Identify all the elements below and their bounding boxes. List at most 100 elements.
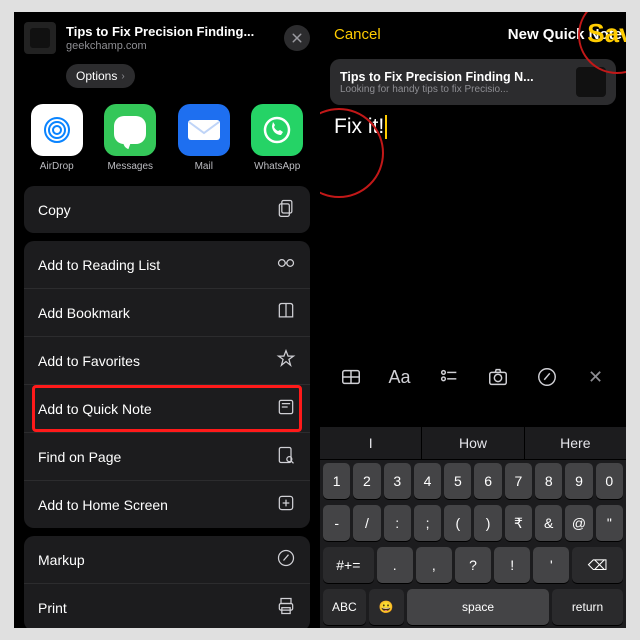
key-4[interactable]: 4 <box>414 463 441 499</box>
key-8[interactable]: 8 <box>535 463 562 499</box>
key-3[interactable]: 3 <box>384 463 411 499</box>
action-find[interactable]: Find on Page <box>24 433 310 481</box>
link-preview-card[interactable]: Tips to Fix Precision Finding N... Looki… <box>330 59 616 105</box>
action-home-screen[interactable]: Add to Home Screen <box>24 481 310 528</box>
whatsapp-icon <box>251 104 303 156</box>
options-label: Options <box>76 69 117 83</box>
copy-icon <box>276 198 296 221</box>
format-aa-button[interactable]: Aa <box>385 364 415 390</box>
note-text: Fix it! <box>334 115 384 139</box>
key-emoji[interactable]: 😀 <box>369 589 404 625</box>
key-5[interactable]: 5 <box>444 463 471 499</box>
markup-icon <box>276 548 296 571</box>
key-amp[interactable]: & <box>535 505 562 541</box>
action-reading-list[interactable]: Add to Reading List <box>24 241 310 289</box>
key-rupee[interactable]: ₹ <box>505 505 532 541</box>
action-quick-note[interactable]: Add to Quick Note <box>24 385 310 433</box>
key-2[interactable]: 2 <box>353 463 380 499</box>
key-bang[interactable]: ! <box>494 547 530 583</box>
action-bookmark-label: Add Bookmark <box>38 305 130 321</box>
action-quicknote-label: Add to Quick Note <box>38 401 152 417</box>
action-copy-label: Copy <box>38 202 71 218</box>
star-icon <box>276 349 296 372</box>
app-mail[interactable]: Mail <box>167 104 241 172</box>
share-actions: Copy Add to Reading List Add Bookmark Ad… <box>14 186 320 628</box>
key-row-3: #+= . , ? ! ' ⌫ <box>320 544 626 586</box>
link-preview-subtitle: Looking for handy tips to fix Precisio..… <box>340 84 568 95</box>
key-semicolon[interactable]: ; <box>414 505 441 541</box>
action-markup-label: Markup <box>38 552 85 568</box>
key-9[interactable]: 9 <box>565 463 592 499</box>
predict-3[interactable]: Here <box>525 427 626 459</box>
keyboard: I How Here 1 2 3 4 5 6 7 8 9 0 - / : ; <box>320 427 626 628</box>
key-abc[interactable]: ABC <box>323 589 366 625</box>
quick-note-icon <box>276 397 296 420</box>
find-icon <box>276 445 296 468</box>
key-at[interactable]: @ <box>565 505 592 541</box>
key-6[interactable]: 6 <box>474 463 501 499</box>
quick-note-pane: Cancel New Quick Note Save Tips to Fix P… <box>320 12 626 628</box>
share-sheet: Tips to Fix Precision Finding... geekcha… <box>14 12 320 628</box>
save-button[interactable]: Save <box>587 18 626 49</box>
key-7[interactable]: 7 <box>505 463 532 499</box>
quick-note-header: Cancel New Quick Note Save <box>320 12 626 53</box>
table-icon[interactable] <box>336 364 366 390</box>
key-space[interactable]: space <box>407 589 549 625</box>
action-reading-label: Add to Reading List <box>38 257 160 273</box>
close-toolbar-icon[interactable]: ✕ <box>581 364 611 390</box>
page-domain: geekchamp.com <box>66 40 284 52</box>
link-preview-title: Tips to Fix Precision Finding N... <box>340 70 568 84</box>
page-title: Tips to Fix Precision Finding... <box>66 24 284 39</box>
close-button[interactable] <box>284 25 310 51</box>
key-question[interactable]: ? <box>455 547 491 583</box>
action-markup[interactable]: Markup <box>24 536 310 584</box>
predict-2[interactable]: How <box>422 427 524 459</box>
key-lparen[interactable]: ( <box>444 505 471 541</box>
cancel-button[interactable]: Cancel <box>334 26 381 43</box>
action-find-label: Find on Page <box>38 449 121 465</box>
options-button[interactable]: Options › <box>66 64 135 88</box>
app-airdrop[interactable]: AirDrop <box>20 104 94 172</box>
action-print-label: Print <box>38 600 67 616</box>
glasses-icon <box>276 253 296 276</box>
link-preview-thumb <box>576 67 606 97</box>
key-period[interactable]: . <box>377 547 413 583</box>
key-apos[interactable]: ' <box>533 547 569 583</box>
key-symbols[interactable]: #+= <box>323 547 374 583</box>
messages-icon <box>104 104 156 156</box>
key-row-2: - / : ; ( ) ₹ & @ " <box>320 502 626 544</box>
key-dash[interactable]: - <box>323 505 350 541</box>
note-text-area[interactable]: Fix it! <box>320 105 626 149</box>
key-return[interactable]: return <box>552 589 623 625</box>
key-row-4: ABC 😀 space return <box>320 586 626 628</box>
action-home-label: Add to Home Screen <box>38 497 168 513</box>
action-favorites-label: Add to Favorites <box>38 353 140 369</box>
airdrop-icon <box>31 104 83 156</box>
action-print[interactable]: Print <box>24 584 310 628</box>
action-bookmark[interactable]: Add Bookmark <box>24 289 310 337</box>
action-copy[interactable]: Copy <box>24 186 310 233</box>
app-messages[interactable]: Messages <box>94 104 168 172</box>
key-backspace[interactable]: ⌫ <box>572 547 623 583</box>
action-favorites[interactable]: Add to Favorites <box>24 337 310 385</box>
predict-1[interactable]: I <box>320 427 422 459</box>
text-cursor <box>385 115 387 139</box>
key-0[interactable]: 0 <box>596 463 623 499</box>
add-home-icon <box>276 493 296 516</box>
key-quote[interactable]: " <box>596 505 623 541</box>
checklist-icon[interactable] <box>434 364 464 390</box>
camera-icon[interactable] <box>483 364 513 390</box>
book-icon <box>276 301 296 324</box>
key-1[interactable]: 1 <box>323 463 350 499</box>
app-whatsapp[interactable]: WhatsApp <box>241 104 315 172</box>
key-slash[interactable]: / <box>353 505 380 541</box>
key-comma[interactable]: , <box>416 547 452 583</box>
page-thumbnail <box>24 22 56 54</box>
key-rparen[interactable]: ) <box>474 505 501 541</box>
key-colon[interactable]: : <box>384 505 411 541</box>
markup-pen-icon[interactable] <box>532 364 562 390</box>
share-apps-row: AirDrop Messages Mail WhatsApp <box>14 88 320 186</box>
share-header: Tips to Fix Precision Finding... geekcha… <box>14 12 320 88</box>
note-toolbar: Aa ✕ <box>320 356 626 398</box>
predictive-bar: I How Here <box>320 427 626 460</box>
